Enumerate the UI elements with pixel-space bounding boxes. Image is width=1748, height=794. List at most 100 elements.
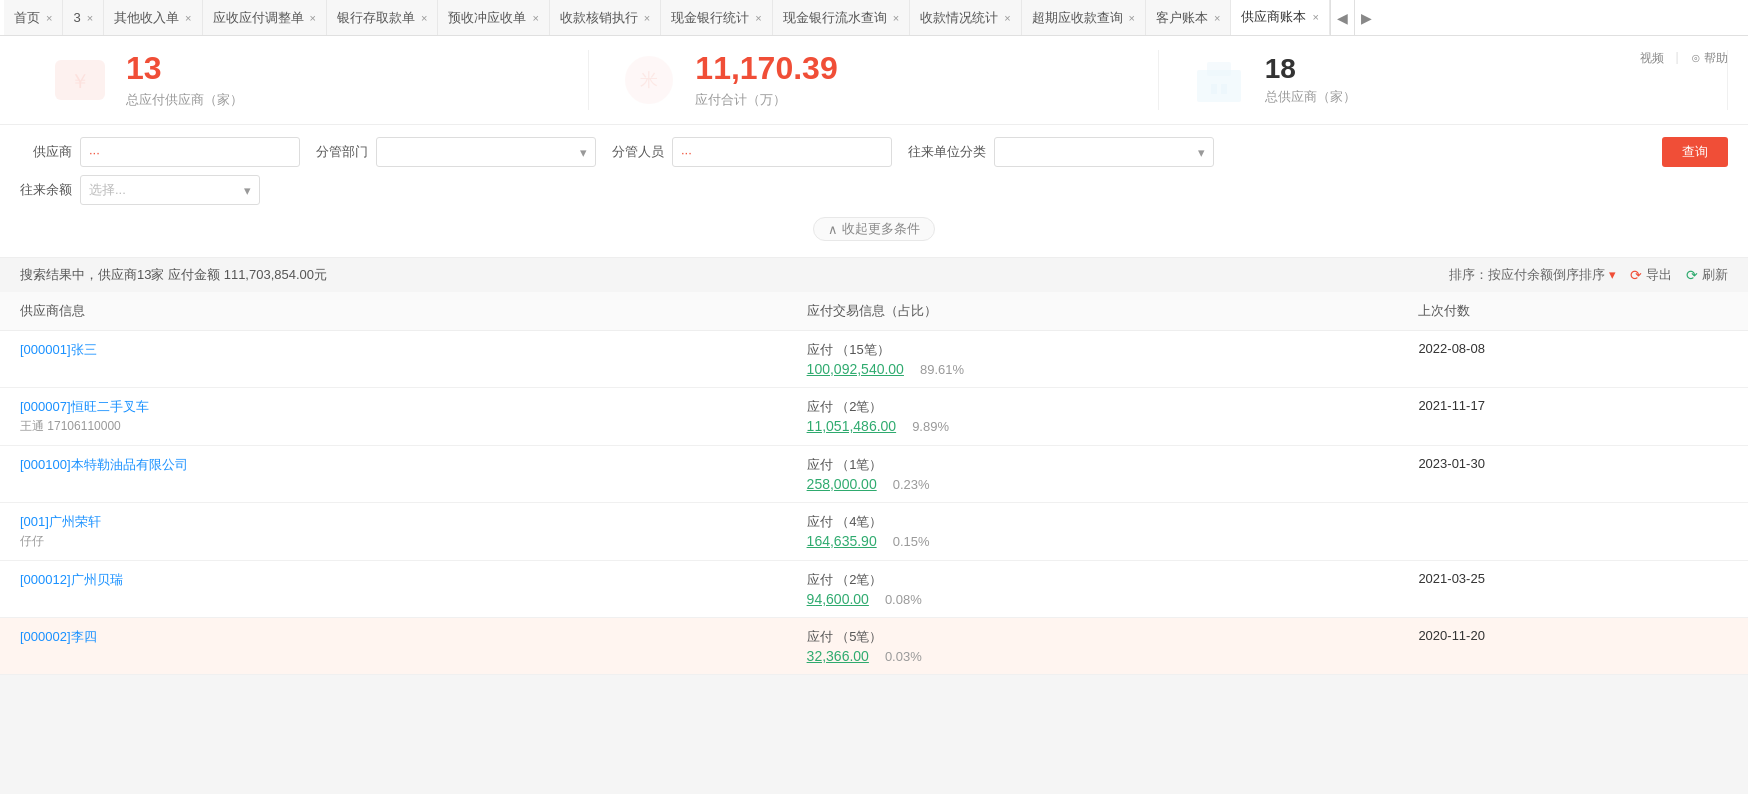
tab-collection-stat-close[interactable]: × [1004,12,1010,24]
ap-percentage: 0.15% [893,534,930,549]
ap-count-label: 应付 （2笔） [807,571,1379,589]
stats-payable-total-content: 11,170.39 应付合计（万） [695,51,837,108]
tab-bank-deposit-close[interactable]: × [421,12,427,24]
ap-amount[interactable]: 11,051,486.00 [807,418,897,434]
tab-collection-execution[interactable]: 收款核销执行 × [550,0,661,36]
tab-supplier-account-close[interactable]: × [1312,11,1318,23]
tab-nav-prev[interactable]: ◀ [1330,0,1354,36]
filter-supplier: 供应商 ··· [20,137,300,167]
table-row: [000002]李四应付 （5笔）32,366.000.03%2020-11-2… [0,618,1748,675]
tab-customer-account-close[interactable]: × [1214,12,1220,24]
ap-count-label: 应付 （2笔） [807,398,1379,416]
results-summary: 搜索结果中，供应商13家 应付金额 111,703,854.00元 [20,266,327,284]
tab-cash-bank-flow-close[interactable]: × [893,12,899,24]
tab-collection-stat[interactable]: 收款情况统计 × [910,0,1021,36]
supplier-cell: [000100]本特勒油品有限公司 [0,446,787,503]
tab-t3-close[interactable]: × [87,12,93,24]
svg-rect-6 [1211,84,1217,94]
svg-text:￥: ￥ [70,70,90,92]
tab-home-close[interactable]: × [46,12,52,24]
supplier-filter-input[interactable]: ··· [80,137,300,167]
supplier-link[interactable]: [000007]恒旺二手叉车 [20,399,149,414]
tab-other-income-close[interactable]: × [185,12,191,24]
refresh-button[interactable]: ⟳ 刷新 [1686,266,1728,284]
export-icon: ⟳ [1630,267,1642,283]
category-chevron-down-icon: ▾ [1198,145,1205,160]
collapse-button[interactable]: ∧ 收起更多条件 [813,217,935,241]
data-table-container: 供应商信息 应付交易信息（占比） 上次付数 [000001]张三应付 （15笔）… [0,292,1748,675]
collapse-up-icon: ∧ [828,222,838,237]
tab-t3[interactable]: 3 × [63,0,104,36]
category-filter-label: 往来单位分类 [908,143,986,161]
tab-nav-next[interactable]: ▶ [1354,0,1378,36]
tab-advance-collection-label: 预收冲应收单 [448,9,526,27]
tab-cash-bank-stat-label: 现金银行统计 [671,9,749,27]
tab-other-income[interactable]: 其他收入单 × [104,0,202,36]
ap-amount[interactable]: 164,635.90 [807,533,877,549]
ap-percentage: 9.89% [912,419,949,434]
stats-payable-total: 米 11,170.39 应付合计（万） [589,50,1158,110]
balance-placeholder: 选择... [89,181,126,199]
ap-amount[interactable]: 100,092,540.00 [807,361,904,377]
help-link[interactable]: ⊙ 帮助 [1691,50,1728,67]
tab-supplier-account[interactable]: 供应商账本 × [1231,0,1329,36]
tab-overdue-query-label: 超期应收款查询 [1032,9,1123,27]
ap-count-label: 应付 （1笔） [807,456,1379,474]
tab-ap-adjustment-close[interactable]: × [310,12,316,24]
supplier-link[interactable]: [001]广州荣轩 [20,514,101,529]
ap-amount[interactable]: 32,366.00 [807,648,869,664]
tab-cash-bank-flow[interactable]: 现金银行流水查询 × [773,0,910,36]
supplier-cell: [000012]广州贝瑞 [0,561,787,618]
payable-total-icon: 米 [619,50,679,110]
supplier-link[interactable]: [000001]张三 [20,342,97,357]
supplier-link[interactable]: [000002]李四 [20,629,97,644]
tab-supplier-account-label: 供应商账本 [1241,8,1306,26]
col-last-payment: 上次付数 [1398,292,1748,331]
tab-bank-deposit-label: 银行存取款单 [337,9,415,27]
person-filter-input[interactable]: ··· [672,137,892,167]
tab-advance-collection[interactable]: 预收冲应收单 × [438,0,549,36]
filter-person: 分管人员 ··· [612,137,892,167]
tab-bank-deposit[interactable]: 银行存取款单 × [327,0,438,36]
payable-suppliers-icon: ￥ [50,50,110,110]
tab-collection-execution-label: 收款核销执行 [560,9,638,27]
tab-cash-bank-stat-close[interactable]: × [755,12,761,24]
last-payment-cell: 2020-11-20 [1398,618,1748,675]
ap-cell: 应付 （2笔） 94,600.00 0.08% [787,561,1399,618]
col-ap-info: 应付交易信息（占比） [787,292,1399,331]
table-header-row: 供应商信息 应付交易信息（占比） 上次付数 [0,292,1748,331]
ap-percentage: 0.08% [885,592,922,607]
dept-filter-select[interactable]: ▾ [376,137,596,167]
tab-cash-bank-flow-label: 现金银行流水查询 [783,9,887,27]
query-button[interactable]: 查询 [1662,137,1728,167]
tab-ap-adjustment[interactable]: 应收应付调整单 × [203,0,327,36]
tab-cash-bank-stat[interactable]: 现金银行统计 × [661,0,772,36]
tab-home[interactable]: 首页 × [4,0,63,36]
ap-amount[interactable]: 94,600.00 [807,591,869,607]
export-button[interactable]: ⟳ 导出 [1630,266,1672,284]
supplier-link[interactable]: [000100]本特勒油品有限公司 [20,457,188,472]
person-dots: ··· [681,145,692,160]
tab-overdue-query-close[interactable]: × [1129,12,1135,24]
ap-percentage: 0.23% [893,477,930,492]
tab-overdue-query[interactable]: 超期应收款查询 × [1022,0,1146,36]
tab-collection-execution-close[interactable]: × [644,12,650,24]
ap-amount[interactable]: 258,000.00 [807,476,877,492]
tab-home-label: 首页 [14,9,40,27]
last-payment-cell: 2021-11-17 [1398,388,1748,446]
balance-filter-label: 往来余额 [20,181,72,199]
payable-suppliers-label: 总应付供应商（家） [126,91,243,109]
col-supplier-info: 供应商信息 [0,292,787,331]
supplier-link[interactable]: [000012]广州贝瑞 [20,572,123,587]
refresh-label: 刷新 [1702,266,1728,284]
category-filter-select[interactable]: ▾ [994,137,1214,167]
results-bar: 搜索结果中，供应商13家 应付金额 111,703,854.00元 排序：按应付… [0,258,1748,292]
video-link[interactable]: 视频 [1640,50,1664,67]
tab-ap-adjustment-label: 应收应付调整单 [213,9,304,27]
ap-count-label: 应付 （5笔） [807,628,1379,646]
stats-help: 视频 | ⊙ 帮助 [1640,50,1728,67]
tab-advance-collection-close[interactable]: × [532,12,538,24]
tab-customer-account[interactable]: 客户账本 × [1146,0,1231,36]
balance-filter-select[interactable]: 选择... ▾ [80,175,260,205]
filter-row-1: 供应商 ··· 分管部门 ▾ 分管人员 ··· 往来单位分类 ▾ [20,137,1728,167]
